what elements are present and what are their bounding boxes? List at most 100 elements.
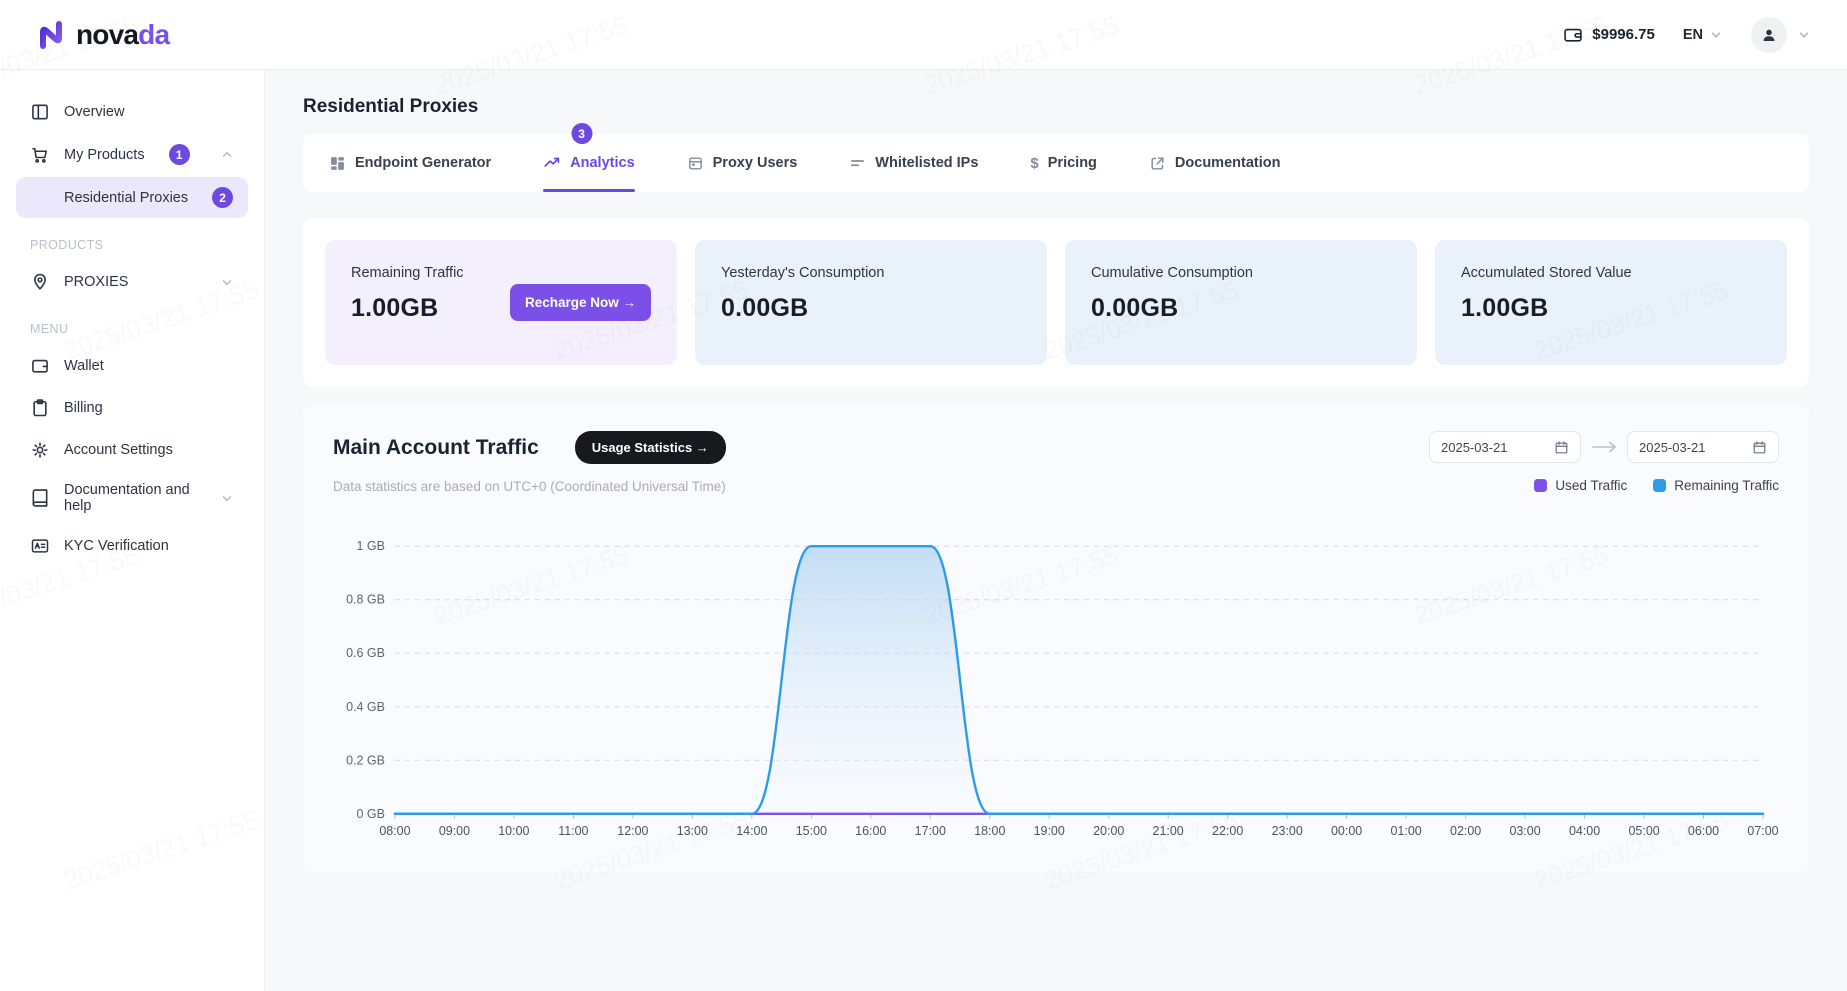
page-title: Residential Proxies bbox=[303, 96, 479, 117]
clipboard-icon bbox=[30, 398, 50, 418]
date-from-value: 2025-03-21 bbox=[1441, 439, 1508, 455]
stat-card-accumulated-stored-value: Accumulated Stored Value 1.00GB bbox=[1435, 240, 1787, 365]
stat-card-yesterdays-consumption: Yesterday's Consumption 0.00GB bbox=[695, 240, 1047, 365]
sidebar-item-label: Documentation and help bbox=[64, 482, 190, 514]
sidebar-item-kyc-verification[interactable]: KYC Verification bbox=[16, 526, 248, 566]
tab-label: Endpoint Generator bbox=[355, 155, 492, 171]
stat-label: Remaining Traffic bbox=[351, 265, 464, 281]
logo[interactable]: novada bbox=[36, 18, 170, 51]
traffic-chart: 0 GB 0.2 GB 0.4 GB 0.6 GB 0.8 GB 1 GB 08:00 09:… bbox=[333, 516, 1779, 858]
sidebar-item-account-settings[interactable]: Account Settings bbox=[16, 430, 248, 470]
date-from-input[interactable]: 2025-03-21 bbox=[1429, 431, 1581, 463]
x-tick-label: 16:00 bbox=[855, 824, 886, 838]
chevron-down-icon bbox=[1709, 28, 1723, 42]
sidebar-item-label: My Products bbox=[64, 146, 145, 163]
chart-legend: Used Traffic Remaining Traffic bbox=[1534, 478, 1779, 493]
x-tick-label: 00:00 bbox=[1331, 824, 1362, 838]
cart-icon bbox=[30, 145, 50, 165]
x-tick-label: 20:00 bbox=[1093, 824, 1124, 838]
traffic-panel-title: Main Account Traffic bbox=[333, 435, 539, 459]
y-tick-label: 1 GB bbox=[357, 539, 385, 553]
x-tick-label: 07:00 bbox=[1747, 824, 1778, 838]
x-tick-label: 15:00 bbox=[796, 824, 827, 838]
date-to-input[interactable]: 2025-03-21 bbox=[1627, 431, 1779, 463]
top-bar: novada $9996.75 EN bbox=[0, 0, 1847, 70]
active-tab-underline bbox=[543, 189, 635, 192]
sidebar-item-my-products[interactable]: My Products 1 bbox=[16, 134, 248, 175]
legend-swatch-used bbox=[1534, 479, 1548, 492]
sidebar-item-billing[interactable]: Billing bbox=[16, 388, 248, 428]
stats-panel: Remaining Traffic 1.00GB Recharge Now → … bbox=[303, 218, 1809, 387]
id-card-icon bbox=[30, 536, 50, 556]
sidebar-item-overview[interactable]: Overview bbox=[16, 92, 248, 132]
calendar-icon bbox=[1554, 440, 1569, 455]
main-content: Residential Proxies Endpoint Generator 3… bbox=[265, 0, 1847, 898]
tab-label: Analytics bbox=[570, 155, 635, 171]
stat-card-remaining-traffic: Remaining Traffic 1.00GB Recharge Now → bbox=[325, 240, 677, 365]
sidebar-section-products: PRODUCTS bbox=[30, 238, 104, 252]
x-tick-label: 05:00 bbox=[1628, 824, 1659, 838]
wallet-icon bbox=[1563, 25, 1583, 45]
tab-proxy-users[interactable]: Proxy Users bbox=[687, 134, 797, 192]
x-tick-label: 18:00 bbox=[974, 824, 1005, 838]
traffic-panel-subtitle: Data statistics are based on UTC+0 (Coor… bbox=[333, 479, 726, 494]
my-products-badge: 1 bbox=[168, 144, 190, 165]
tab-endpoint-generator[interactable]: Endpoint Generator bbox=[329, 134, 491, 192]
tab-analytics[interactable]: 3 Analytics bbox=[543, 123, 635, 192]
layout-icon bbox=[30, 102, 50, 122]
chevron-down-icon bbox=[220, 275, 234, 289]
sidebar-item-proxies[interactable]: PROXIES bbox=[16, 262, 248, 302]
traffic-chart-svg: 0 GB 0.2 GB 0.4 GB 0.6 GB 0.8 GB 1 GB 08:00 09:… bbox=[346, 539, 1779, 838]
tab-label: Pricing bbox=[1047, 155, 1097, 171]
tab-bar: Endpoint Generator 3 Analytics Proxy Use… bbox=[303, 123, 1809, 192]
trending-up-icon bbox=[543, 154, 561, 172]
user-menu[interactable] bbox=[1751, 16, 1811, 53]
x-tick-label: 02:00 bbox=[1450, 824, 1481, 838]
x-tick-label: 06:00 bbox=[1688, 824, 1719, 838]
sidebar-item-label: Wallet bbox=[64, 358, 104, 374]
x-tick-label: 10:00 bbox=[498, 824, 529, 838]
sidebar-item-documentation-help[interactable]: Documentation and help bbox=[16, 472, 248, 524]
external-link-icon bbox=[1149, 155, 1166, 172]
x-tick-label: 17:00 bbox=[915, 824, 946, 838]
legend-swatch-remaining bbox=[1653, 479, 1667, 492]
sidebar: Overview My Products 1 Residential Proxi… bbox=[0, 70, 265, 991]
usage-statistics-button[interactable]: Usage Statistics → bbox=[574, 431, 726, 464]
date-to-value: 2025-03-21 bbox=[1639, 439, 1706, 455]
residential-proxies-badge: 2 bbox=[212, 187, 234, 208]
wallet-balance[interactable]: $9996.75 bbox=[1563, 25, 1655, 45]
grid-icon bbox=[329, 155, 346, 172]
remaining-traffic-line bbox=[393, 544, 1765, 816]
sidebar-item-label: PROXIES bbox=[64, 274, 129, 290]
language-selector[interactable]: EN bbox=[1683, 27, 1723, 43]
x-tick-label: 21:00 bbox=[1153, 824, 1184, 838]
x-tick-label: 04:00 bbox=[1569, 824, 1600, 838]
stat-card-cumulative-consumption: Cumulative Consumption 0.00GB bbox=[1065, 240, 1417, 365]
tab-pricing[interactable]: $ Pricing bbox=[1030, 134, 1097, 192]
x-tick-label: 14:00 bbox=[736, 824, 767, 838]
calendar-icon bbox=[687, 155, 704, 172]
tab-documentation[interactable]: Documentation bbox=[1149, 134, 1280, 192]
avatar bbox=[1751, 16, 1787, 53]
stat-value: 1.00GB bbox=[351, 294, 439, 322]
tab-whitelisted-ips[interactable]: Whitelisted IPs bbox=[849, 134, 978, 192]
gear-icon bbox=[30, 440, 50, 460]
sidebar-item-label: Overview bbox=[64, 104, 125, 120]
calendar-icon bbox=[1752, 440, 1767, 455]
x-tick-label: 22:00 bbox=[1212, 824, 1243, 838]
sidebar-item-wallet[interactable]: Wallet bbox=[16, 346, 248, 386]
sidebar-item-residential-proxies[interactable]: Residential Proxies 2 bbox=[16, 177, 248, 218]
y-tick-label: 0.2 GB bbox=[346, 753, 385, 767]
recharge-now-button[interactable]: Recharge Now → bbox=[509, 284, 651, 321]
chevron-down-icon bbox=[1797, 28, 1811, 42]
legend-label: Used Traffic bbox=[1555, 478, 1628, 493]
logo-text: novada bbox=[76, 18, 170, 50]
analytics-badge: 3 bbox=[571, 123, 593, 144]
traffic-panel: Main Account Traffic Usage Statistics → … bbox=[303, 405, 1809, 872]
x-tick-label: 03:00 bbox=[1509, 824, 1540, 838]
map-pin-icon bbox=[30, 272, 50, 292]
legend-remaining-traffic: Remaining Traffic bbox=[1653, 478, 1779, 493]
stat-label: Accumulated Stored Value bbox=[1461, 265, 1632, 281]
sidebar-item-label: Billing bbox=[64, 400, 103, 416]
sidebar-section-menu: MENU bbox=[30, 322, 69, 336]
